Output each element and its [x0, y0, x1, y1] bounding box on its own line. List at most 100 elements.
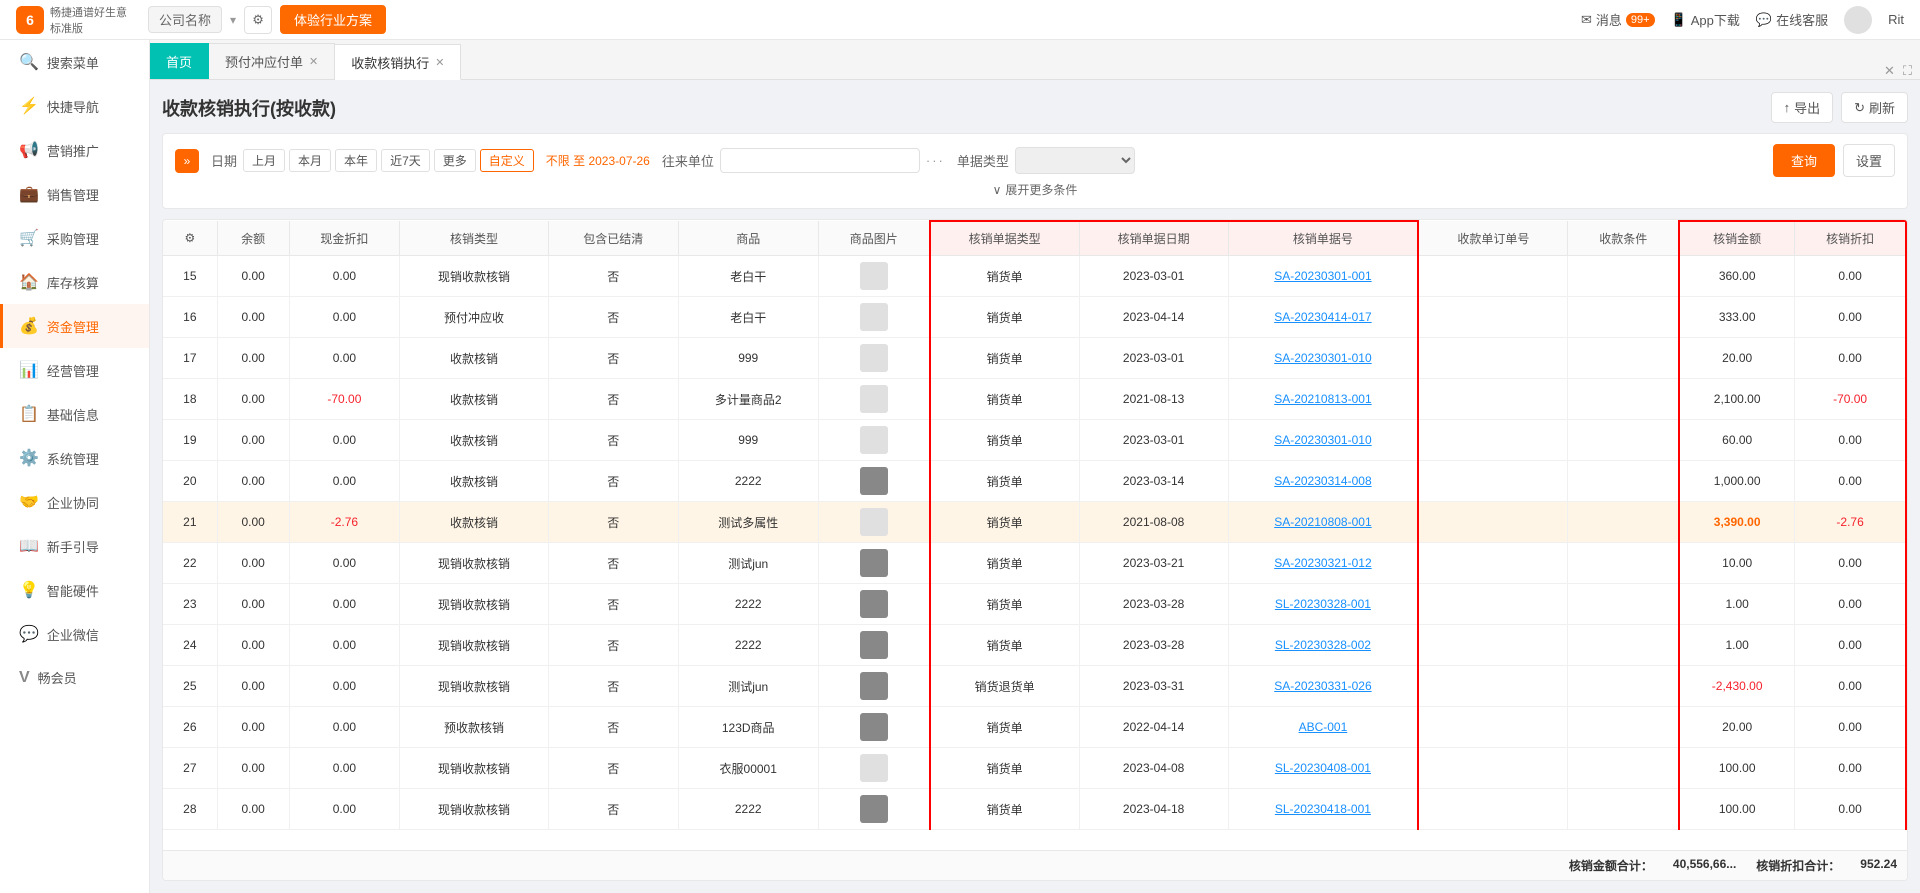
message-btn[interactable]: ✉ 消息 99+	[1581, 10, 1655, 29]
system-icon: ⚙️	[19, 448, 39, 468]
cell-write-off-doc-type: 销货退货单	[930, 666, 1080, 707]
filter-setting-btn[interactable]: 设置	[1843, 144, 1895, 177]
sidebar-item-quicknav[interactable]: ⚡ 快捷导航	[0, 84, 149, 128]
sidebar-item-member[interactable]: V 畅会员	[0, 656, 149, 699]
total-amount-value: 40,556,66...	[1673, 857, 1736, 874]
col-write-off-doc-date: 核销单据日期	[1079, 221, 1228, 256]
sidebar-item-cooperation[interactable]: 🤝 企业协同	[0, 480, 149, 524]
cell-write-off-discount: 0.00	[1795, 748, 1906, 789]
sidebar-item-marketing[interactable]: 📢 营销推广	[0, 128, 149, 172]
cell-write-off-doc-no[interactable]: SA-20230331-026	[1228, 666, 1418, 707]
col-settings[interactable]: ⚙	[163, 221, 217, 256]
cell-write-off-doc-no[interactable]: SA-20230321-012	[1228, 543, 1418, 584]
cell-write-off-discount: 0.00	[1795, 543, 1906, 584]
sidebar-label-inventory: 库存核算	[47, 273, 99, 292]
table-row: 19 0.00 0.00 收款核销 否 999 销货单 2023-03-01 S…	[163, 420, 1906, 461]
cell-product: 多计量商品2	[678, 379, 818, 420]
date-btn-this-year[interactable]: 本年	[335, 149, 377, 172]
sidebar-item-wechat[interactable]: 💬 企业微信	[0, 612, 149, 656]
cell-settled: 否	[548, 379, 678, 420]
cell-cash-discount: 0.00	[289, 256, 399, 297]
sidebar-label-marketing: 营销推广	[47, 141, 99, 160]
sidebar-item-basic[interactable]: 📋 基础信息	[0, 392, 149, 436]
cell-write-off-doc-no[interactable]: SA-20230414-017	[1228, 297, 1418, 338]
industry-solution-btn[interactable]: 体验行业方案	[280, 5, 386, 34]
tab-prepayment-close[interactable]: ✕	[309, 55, 318, 68]
company-selector[interactable]: 公司名称	[148, 6, 222, 33]
top-bar: 6 畅捷通谱好生意 标准版 公司名称 ▾ ⚙ 体验行业方案 ✉ 消息 99+ 📱…	[0, 0, 1920, 40]
cell-write-off-doc-no[interactable]: SA-20230301-010	[1228, 420, 1418, 461]
sidebar-item-operation[interactable]: 📊 经营管理	[0, 348, 149, 392]
filter-expand-btn[interactable]: »	[175, 149, 199, 173]
cell-product: 123D商品	[678, 707, 818, 748]
date-btn-this-month[interactable]: 本月	[289, 149, 331, 172]
date-btn-more[interactable]: 更多	[434, 149, 476, 172]
cell-balance: 0.00	[217, 789, 289, 830]
cell-cash-discount: 0.00	[289, 584, 399, 625]
table-row: 24 0.00 0.00 现销收款核销 否 2222 销货单 2023-03-2…	[163, 625, 1906, 666]
cell-write-off-doc-date: 2023-03-31	[1079, 666, 1228, 707]
date-btn-custom[interactable]: 自定义	[480, 149, 534, 172]
partner-input[interactable]	[720, 148, 920, 173]
page-header: 收款核销执行(按收款) ↑ 导出 ↻ 刷新	[162, 92, 1908, 123]
sidebar-label-member: 畅会员	[38, 668, 77, 687]
settings-gear-btn[interactable]: ⚙	[244, 6, 272, 34]
sidebar-label-purchase: 采购管理	[47, 229, 99, 248]
refresh-btn[interactable]: ↻ 刷新	[1841, 92, 1908, 123]
sidebar-item-system[interactable]: ⚙️ 系统管理	[0, 436, 149, 480]
sidebar-item-purchase[interactable]: 🛒 采购管理	[0, 216, 149, 260]
cell-write-off-discount: 0.00	[1795, 420, 1906, 461]
cell-write-off-doc-date: 2021-08-08	[1079, 502, 1228, 543]
sidebar-item-sales[interactable]: 💼 销售管理	[0, 172, 149, 216]
cell-settled: 否	[548, 625, 678, 666]
cell-write-off-doc-no[interactable]: ABC-001	[1228, 707, 1418, 748]
main: 首页 预付冲应付单 ✕ 收款核销执行 ✕ ✕ ⛶ 收款核销执行(按收款)	[150, 40, 1920, 893]
table-footer: 核销金额合计： 40,556,66... 核销折扣合计： 952.24	[163, 850, 1907, 880]
avatar[interactable]	[1844, 6, 1872, 34]
cell-write-off-doc-no[interactable]: SA-20230301-010	[1228, 338, 1418, 379]
layout: 🔍 搜索菜单 ⚡ 快捷导航 📢 营销推广 💼 销售管理 🛒 采购管理 🏠 库存核…	[0, 40, 1920, 893]
table-row: 28 0.00 0.00 现销收款核销 否 2222 销货单 2023-04-1…	[163, 789, 1906, 830]
sidebar-item-inventory[interactable]: 🏠 库存核算	[0, 260, 149, 304]
app-download-btn[interactable]: 📱 App下载	[1671, 10, 1740, 29]
sidebar-item-hardware[interactable]: 💡 智能硬件	[0, 568, 149, 612]
date-btn-7days[interactable]: 近7天	[381, 149, 430, 172]
cell-no: 21	[163, 502, 217, 543]
cell-write-off-doc-no[interactable]: SA-20230301-001	[1228, 256, 1418, 297]
page-content: 收款核销执行(按收款) ↑ 导出 ↻ 刷新 » 日期	[150, 80, 1920, 893]
cell-product-img	[818, 789, 929, 830]
tab-expand[interactable]: ⛶	[1903, 63, 1912, 79]
cell-write-off-doc-no[interactable]: SA-20230314-008	[1228, 461, 1418, 502]
receipt-type-select[interactable]	[1015, 147, 1135, 174]
cell-product-img	[818, 748, 929, 789]
cell-product: 老白干	[678, 297, 818, 338]
cell-write-off-amount: 100.00	[1679, 789, 1795, 830]
col-product-img: 商品图片	[818, 221, 929, 256]
cell-write-off-doc-no[interactable]: SL-20230328-001	[1228, 584, 1418, 625]
cell-write-off-doc-date: 2023-04-18	[1079, 789, 1228, 830]
sidebar-item-guide[interactable]: 📖 新手引导	[0, 524, 149, 568]
tabs-right-actions: ✕ ⛶	[1884, 63, 1920, 79]
query-btn[interactable]: 查询	[1773, 144, 1835, 177]
date-btn-last-month[interactable]: 上月	[243, 149, 285, 172]
export-btn[interactable]: ↑ 导出	[1771, 92, 1834, 123]
table-wrapper[interactable]: ⚙ 余额 现金折扣 核销类型 包含已结清 商品 商品图片 核销单据类型 核销单据…	[163, 220, 1907, 850]
tab-close-all[interactable]: ✕	[1884, 63, 1895, 79]
cell-write-off-doc-date: 2023-03-28	[1079, 625, 1228, 666]
cell-write-off-doc-no[interactable]: SL-20230408-001	[1228, 748, 1418, 789]
tab-write-off[interactable]: 收款核销执行 ✕	[335, 44, 461, 80]
sidebar-item-search[interactable]: 🔍 搜索菜单	[0, 40, 149, 84]
tab-home[interactable]: 首页	[150, 43, 209, 79]
tab-write-off-close[interactable]: ✕	[435, 56, 444, 69]
company-dropdown-arrow[interactable]: ▾	[230, 13, 236, 27]
online-service-btn[interactable]: 💬 在线客服	[1756, 10, 1828, 29]
expand-conditions-btn[interactable]: ∨ 展开更多条件	[175, 181, 1895, 198]
cell-write-off-doc-no[interactable]: SA-20210813-001	[1228, 379, 1418, 420]
cell-write-off-doc-no[interactable]: SL-20230328-002	[1228, 625, 1418, 666]
sidebar-item-finance[interactable]: 💰 资金管理	[0, 304, 149, 348]
tab-prepayment[interactable]: 预付冲应付单 ✕	[209, 43, 335, 79]
cell-write-off-doc-no[interactable]: SA-20210808-001	[1228, 502, 1418, 543]
col-balance: 余额	[217, 221, 289, 256]
cell-write-off-doc-no[interactable]: SL-20230418-001	[1228, 789, 1418, 830]
cell-write-off-amount: 333.00	[1679, 297, 1795, 338]
